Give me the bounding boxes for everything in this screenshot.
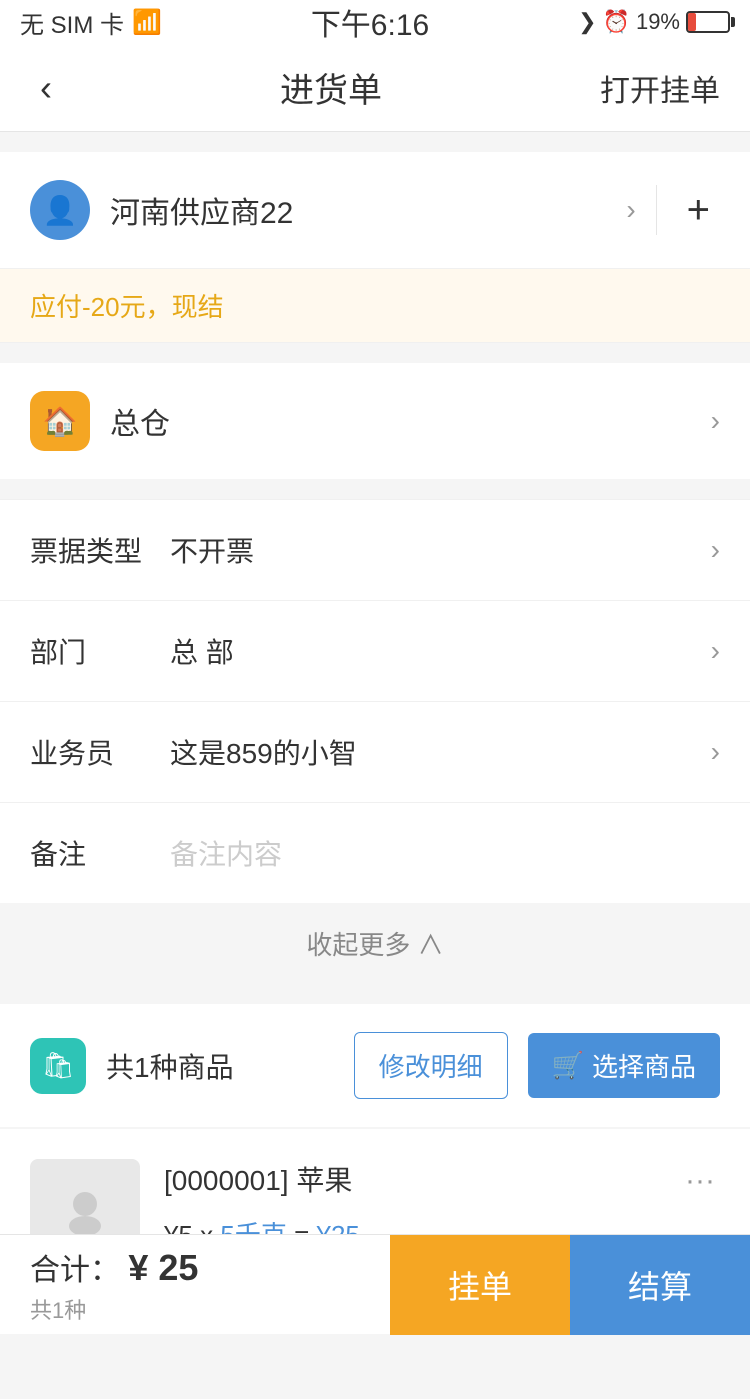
location-icon: ❯ bbox=[578, 9, 596, 35]
products-icon: 🛍 bbox=[30, 1038, 86, 1094]
invoice-type-value: 不开票 bbox=[170, 530, 711, 570]
edit-details-button[interactable]: 修改明细 bbox=[354, 1032, 508, 1099]
invoice-chevron-icon: › bbox=[711, 534, 720, 566]
bag-icon: 🛍 bbox=[41, 1050, 74, 1081]
department-row[interactable]: 部门 总 部 › bbox=[0, 600, 750, 701]
products-count: 共1种商品 bbox=[106, 1046, 334, 1086]
total-main: 合计： ¥ 25 bbox=[30, 1245, 360, 1289]
product-code: [0000001] bbox=[164, 1165, 289, 1196]
avatar-icon: 👤 bbox=[43, 194, 78, 227]
remark-label: 备注 bbox=[30, 833, 170, 873]
warehouse-name: 总仓 bbox=[110, 399, 711, 443]
nav-bar: ‹ 进货单 打开挂单 bbox=[0, 44, 750, 132]
select-product-label: 选择商品 bbox=[592, 1047, 696, 1084]
remark-input[interactable]: 备注内容 bbox=[170, 833, 720, 873]
bottom-bar: 合计： ¥ 25 共1种 挂单 结算 bbox=[0, 1234, 750, 1334]
form-section: 票据类型 不开票 › 部门 总 部 › 业务员 这是859的小智 › 备注 备注… bbox=[0, 499, 750, 903]
hang-button[interactable]: 挂单 bbox=[390, 1235, 570, 1335]
supplier-row[interactable]: 👤 河南供应商22 › + bbox=[0, 152, 750, 269]
products-header: 🛍 共1种商品 修改明细 🛒 选择商品 bbox=[0, 1004, 750, 1127]
back-button[interactable]: ‹ bbox=[30, 57, 62, 119]
warehouse-icon: 🏠 bbox=[30, 391, 90, 451]
section-divider-2 bbox=[0, 343, 750, 363]
status-left: 无 SIM 卡 📶 bbox=[20, 5, 162, 40]
battery-icon bbox=[686, 11, 730, 33]
open-pending-button[interactable]: 打开挂单 bbox=[600, 66, 720, 110]
product-more-button[interactable]: ··· bbox=[680, 1159, 720, 1203]
invoice-type-label: 票据类型 bbox=[30, 530, 170, 570]
settle-button[interactable]: 结算 bbox=[570, 1235, 750, 1335]
warehouse-row[interactable]: 🏠 总仓 › bbox=[0, 363, 750, 479]
page-title: 进货单 bbox=[280, 63, 382, 112]
total-label: 合计： bbox=[30, 1254, 120, 1287]
supplier-name: 河南供应商22 bbox=[110, 188, 626, 232]
section-divider-1 bbox=[0, 132, 750, 152]
supplier-alert: 应付-20元，现结 bbox=[0, 269, 750, 343]
wifi-icon: 📶 bbox=[132, 8, 162, 37]
add-button[interactable]: + bbox=[677, 183, 720, 238]
carrier-label: 无 SIM 卡 bbox=[20, 5, 124, 40]
total-sub: 共1种 bbox=[30, 1293, 360, 1325]
department-value: 总 部 bbox=[170, 631, 711, 671]
supplier-chevron-icon: › bbox=[626, 194, 635, 226]
section-divider-4 bbox=[0, 984, 750, 1004]
warehouse-chevron-icon: › bbox=[711, 405, 720, 437]
supplier-avatar: 👤 bbox=[30, 180, 90, 240]
invoice-type-row[interactable]: 票据类型 不开票 › bbox=[0, 499, 750, 600]
status-time: 下午6:16 bbox=[311, 0, 429, 44]
alarm-icon: ⏰ bbox=[603, 9, 630, 35]
section-divider-3 bbox=[0, 479, 750, 499]
salesperson-value: 这是859的小智 bbox=[170, 732, 711, 772]
battery-percent: 19% bbox=[636, 9, 680, 35]
salesperson-chevron-icon: › bbox=[711, 736, 720, 768]
product-title: 苹果 bbox=[296, 1165, 352, 1196]
salesperson-label: 业务员 bbox=[30, 732, 170, 772]
supplier-section: 👤 河南供应商22 › + 应付-20元，现结 bbox=[0, 152, 750, 343]
collapse-button[interactable]: 收起更多 ∧ bbox=[0, 903, 750, 984]
status-bar: 无 SIM 卡 📶 下午6:16 ❯ ⏰ 19% bbox=[0, 0, 750, 44]
vertical-divider bbox=[656, 185, 657, 235]
status-right: ❯ ⏰ 19% bbox=[578, 9, 730, 35]
total-amount: ¥ 25 bbox=[128, 1247, 198, 1288]
department-label: 部门 bbox=[30, 631, 170, 671]
total-section: 合计： ¥ 25 共1种 bbox=[0, 1245, 390, 1325]
cart-icon: 🛒 bbox=[552, 1050, 584, 1081]
product-name: [0000001] 苹果 bbox=[164, 1159, 656, 1199]
select-product-button[interactable]: 🛒 选择商品 bbox=[528, 1033, 720, 1098]
remark-row[interactable]: 备注 备注内容 bbox=[0, 802, 750, 903]
department-chevron-icon: › bbox=[711, 635, 720, 667]
warehouse-section: 🏠 总仓 › bbox=[0, 363, 750, 479]
salesperson-row[interactable]: 业务员 这是859的小智 › bbox=[0, 701, 750, 802]
